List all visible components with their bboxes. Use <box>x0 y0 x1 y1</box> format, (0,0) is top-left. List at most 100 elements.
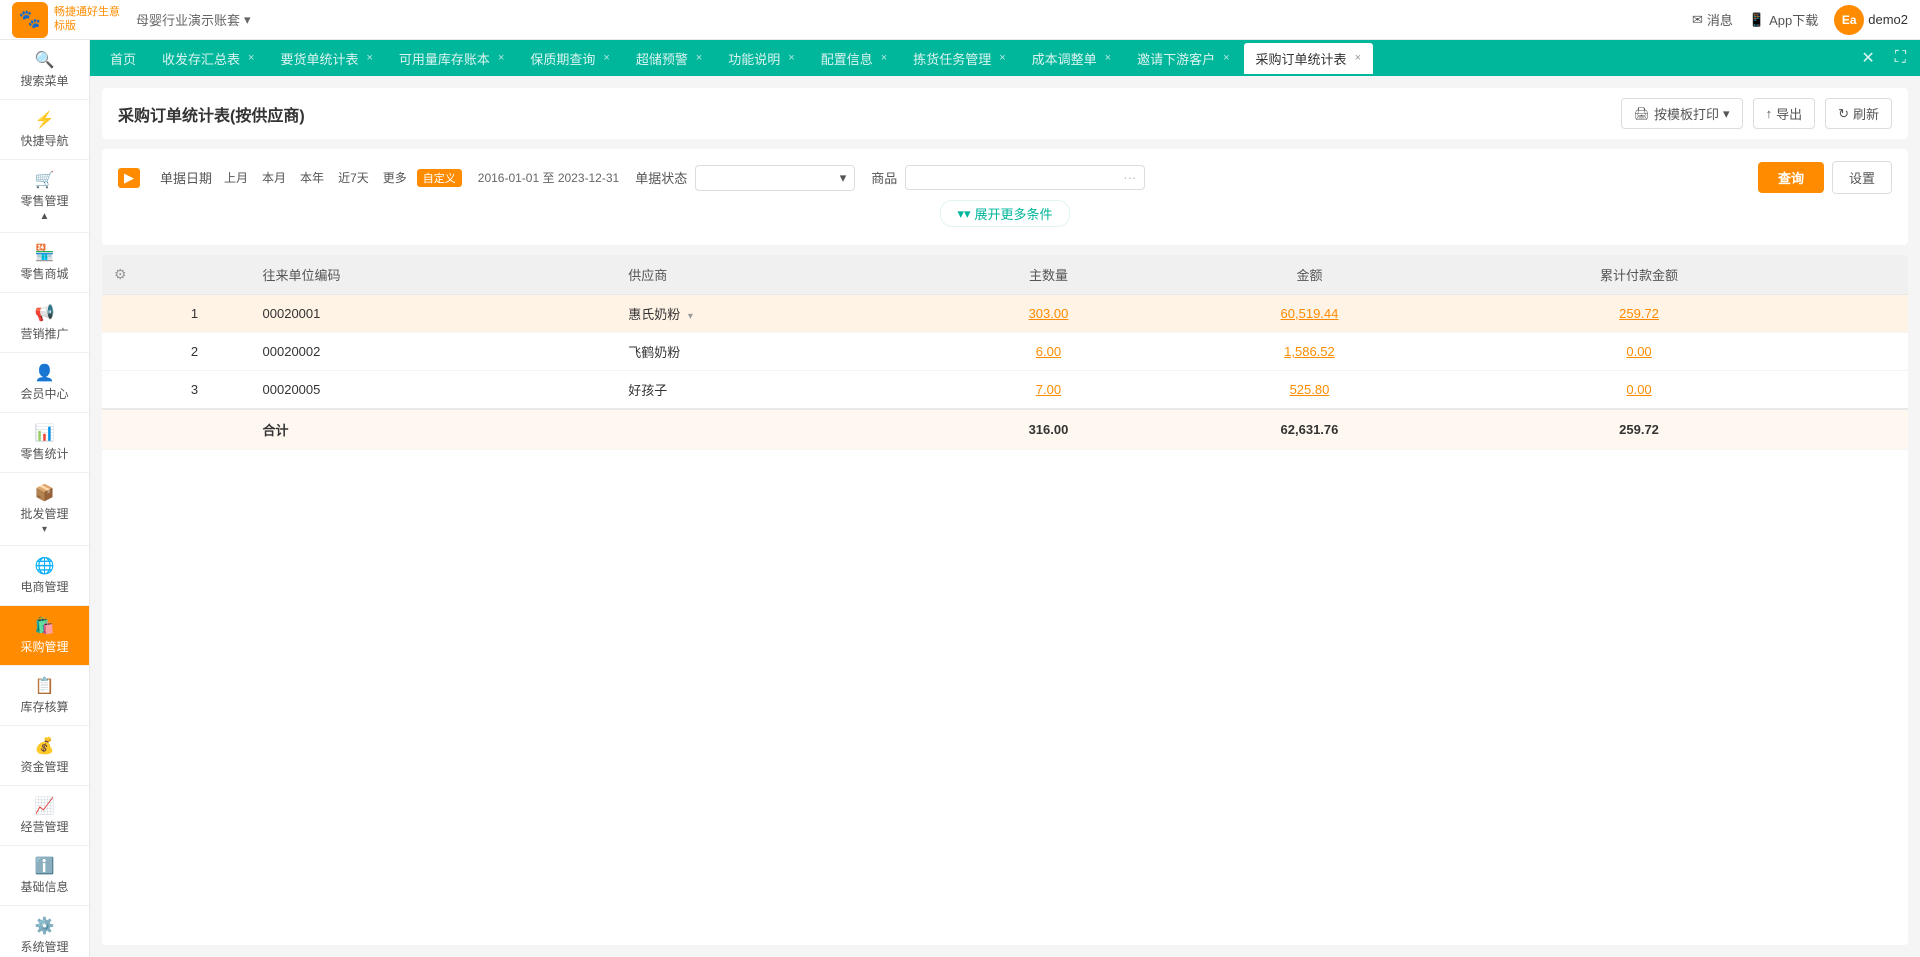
sidebar-item-finance[interactable]: 💰 资金管理 <box>0 726 89 786</box>
date-range-display: 2016-01-01 至 2023-12-31 <box>478 169 619 186</box>
goods-filter-label: 商品 <box>871 168 897 187</box>
sidebar-item-operations[interactable]: 📈 经营管理 <box>0 786 89 846</box>
close-tab-function-desc[interactable]: × <box>788 52 794 64</box>
action-buttons: 查询 设置 <box>1758 161 1892 194</box>
tab-cost-adjust[interactable]: 成本调整单 × <box>1020 43 1123 74</box>
quantity-cell[interactable]: 6.00 <box>934 333 1163 371</box>
last-7-days-btn[interactable]: 近7天 <box>334 167 373 188</box>
top-bar-right: ✉ 消息 📱 App下载 Ea demo2 <box>1692 5 1908 35</box>
tab-function-desc[interactable]: 功能说明 × <box>716 43 806 74</box>
goods-filter-item: 商品 ··· <box>871 165 1145 190</box>
amount-cell[interactable]: 60,519.44 <box>1163 295 1456 333</box>
system-icon: ⚙️ <box>35 916 55 936</box>
date-range-item: 2016-01-01 至 2023-12-31 <box>478 169 619 186</box>
sidebar-item-retail-stats[interactable]: 📊 零售统计 <box>0 413 89 473</box>
filter-toggle-btn[interactable]: ▶ <box>118 168 140 188</box>
tab-home[interactable]: 首页 <box>98 43 148 74</box>
quantity-cell[interactable]: 7.00 <box>934 371 1163 410</box>
print-btn[interactable]: 🖨 按模板打印 ▾ <box>1621 98 1743 129</box>
export-btn[interactable]: ↑ 导出 <box>1753 98 1816 129</box>
sidebar-item-retail-shop[interactable]: 🏪 零售商城 <box>0 233 89 293</box>
amount-cell[interactable]: 525.80 <box>1163 371 1456 410</box>
user-profile-btn[interactable]: Ea demo2 <box>1834 5 1908 35</box>
expand-filters-btn[interactable]: ▾▾ 展开更多条件 <box>940 200 1069 227</box>
close-tab-overstock-warning[interactable]: × <box>696 52 702 64</box>
col-quantity: 主数量 <box>934 255 1163 295</box>
footer-row: 合计 316.00 62,631.76 259.72 <box>102 409 1908 450</box>
close-tab-config-info[interactable]: × <box>881 52 887 64</box>
tab-pick-task[interactable]: 拣货任务管理 × <box>901 43 1017 74</box>
table-row[interactable]: 2 00020002 飞鹤奶粉 6.00 1,586.52 0.00 <box>102 333 1908 371</box>
sidebar-item-purchase-mgmt[interactable]: 🛍️ 采购管理 <box>0 606 89 666</box>
message-icon: ✉ <box>1692 12 1703 28</box>
tab-available-inventory[interactable]: 可用量库存账本 × <box>387 43 516 74</box>
paid-amount-cell[interactable]: 0.00 <box>1456 371 1822 410</box>
col-settings[interactable]: ⚙ <box>102 255 139 295</box>
maximize-btn[interactable]: ⛶ <box>1889 47 1912 69</box>
status-select[interactable]: ▾ <box>695 165 855 191</box>
footer-label-cell: 合计 <box>251 409 935 450</box>
row-num-cell: 1 <box>139 295 251 333</box>
marketing-icon: 📢 <box>35 303 55 323</box>
refresh-icon: ↻ <box>1838 106 1849 122</box>
close-tab-pick-task[interactable]: × <box>999 52 1005 64</box>
col-supplier-name: 供应商 <box>616 255 934 295</box>
col-amount: 金额 <box>1163 255 1456 295</box>
close-tab-invite-downstream[interactable]: × <box>1223 52 1229 64</box>
close-all-tabs-btn[interactable]: ✕ <box>1855 46 1880 70</box>
status-select-chevron-icon: ▾ <box>840 170 847 186</box>
expand-icon: ▾▾ <box>957 206 970 222</box>
close-tab-available-inventory[interactable]: × <box>498 52 504 64</box>
sidebar-item-member-center[interactable]: 👤 会员中心 <box>0 353 89 413</box>
tab-goods-summary[interactable]: 要货单统计表 × <box>268 43 384 74</box>
message-btn[interactable]: ✉ 消息 <box>1692 10 1733 29</box>
table-row[interactable]: 3 00020005 好孩子 7.00 525.80 0.00 <box>102 371 1908 410</box>
query-btn[interactable]: 查询 <box>1758 162 1824 193</box>
sidebar-item-wholesale-mgmt[interactable]: 📦 批发管理 ▾ <box>0 473 89 546</box>
custom-date-badge[interactable]: 自定义 <box>417 169 462 187</box>
nav-tab-actions: ✕ ⛶ <box>1855 46 1912 70</box>
column-settings-icon[interactable]: ⚙ <box>114 266 127 282</box>
sidebar-item-ecommerce[interactable]: 🌐 电商管理 <box>0 546 89 606</box>
tab-overstock-warning[interactable]: 超储预警 × <box>624 43 714 74</box>
tab-expiry-query[interactable]: 保质期查询 × <box>518 43 621 74</box>
quantity-cell[interactable]: 303.00 <box>934 295 1163 333</box>
extra-cell <box>1822 333 1908 371</box>
sidebar-item-retail-mgmt[interactable]: 🛒 零售管理 ▲ <box>0 160 89 233</box>
table-row[interactable]: 1 00020001 惠氏奶粉 ▾ 303.00 60,519.44 259.7… <box>102 295 1908 333</box>
close-tab-expiry-query[interactable]: × <box>603 52 609 64</box>
supplier-expand-icon[interactable]: ▾ <box>688 311 693 322</box>
settings-btn[interactable]: 设置 <box>1832 161 1892 194</box>
app-download-btn[interactable]: 📱 App下载 <box>1749 10 1818 29</box>
expand-arrow-icon[interactable]: ▶ <box>118 168 140 188</box>
close-tab-cost-adjust[interactable]: × <box>1105 52 1111 64</box>
paid-amount-cell[interactable]: 0.00 <box>1456 333 1822 371</box>
more-dates-btn[interactable]: 更多 <box>379 167 411 188</box>
sidebar-item-marketing[interactable]: 📢 营销推广 <box>0 293 89 353</box>
paid-amount-cell[interactable]: 259.72 <box>1456 295 1822 333</box>
supplier-name-cell: 惠氏奶粉 ▾ <box>616 295 934 333</box>
this-year-btn[interactable]: 本年 <box>296 167 328 188</box>
amount-cell[interactable]: 1,586.52 <box>1163 333 1456 371</box>
sidebar-item-basic-info[interactable]: ℹ️ 基础信息 <box>0 846 89 906</box>
close-tab-goods-summary[interactable]: × <box>366 52 372 64</box>
sidebar-item-search[interactable]: 🔍 搜索菜单 <box>0 40 89 100</box>
retail-stats-icon: 📊 <box>35 423 55 443</box>
user-name: demo2 <box>1868 12 1908 27</box>
page-header: 采购订单统计表(按供应商) 🖨 按模板打印 ▾ ↑ 导出 ↻ <box>102 88 1908 139</box>
tab-purchase-order-summary[interactable]: 采购订单统计表 × <box>1244 43 1373 74</box>
workspace-selector[interactable]: 母婴行业演示账套 ▾ <box>128 6 259 33</box>
tab-invite-downstream[interactable]: 邀请下游客户 × <box>1125 43 1241 74</box>
this-month-btn[interactable]: 本月 <box>258 167 290 188</box>
close-tab-purchase-order-summary[interactable]: × <box>1355 52 1361 64</box>
print-icon: 🖨 <box>1634 106 1651 122</box>
sidebar-item-inventory[interactable]: 📋 库存核算 <box>0 666 89 726</box>
close-tab-receive-summary[interactable]: × <box>248 52 254 64</box>
sidebar-item-system-mgmt[interactable]: ⚙️ 系统管理 <box>0 906 89 957</box>
sidebar-item-quick-nav[interactable]: ⚡ 快捷导航 <box>0 100 89 160</box>
tab-config-info[interactable]: 配置信息 × <box>809 43 899 74</box>
refresh-btn[interactable]: ↻ 刷新 <box>1825 98 1892 129</box>
tab-receive-summary[interactable]: 收发存汇总表 × <box>150 43 266 74</box>
goods-input[interactable]: ··· <box>905 165 1145 190</box>
last-month-btn[interactable]: 上月 <box>220 167 252 188</box>
